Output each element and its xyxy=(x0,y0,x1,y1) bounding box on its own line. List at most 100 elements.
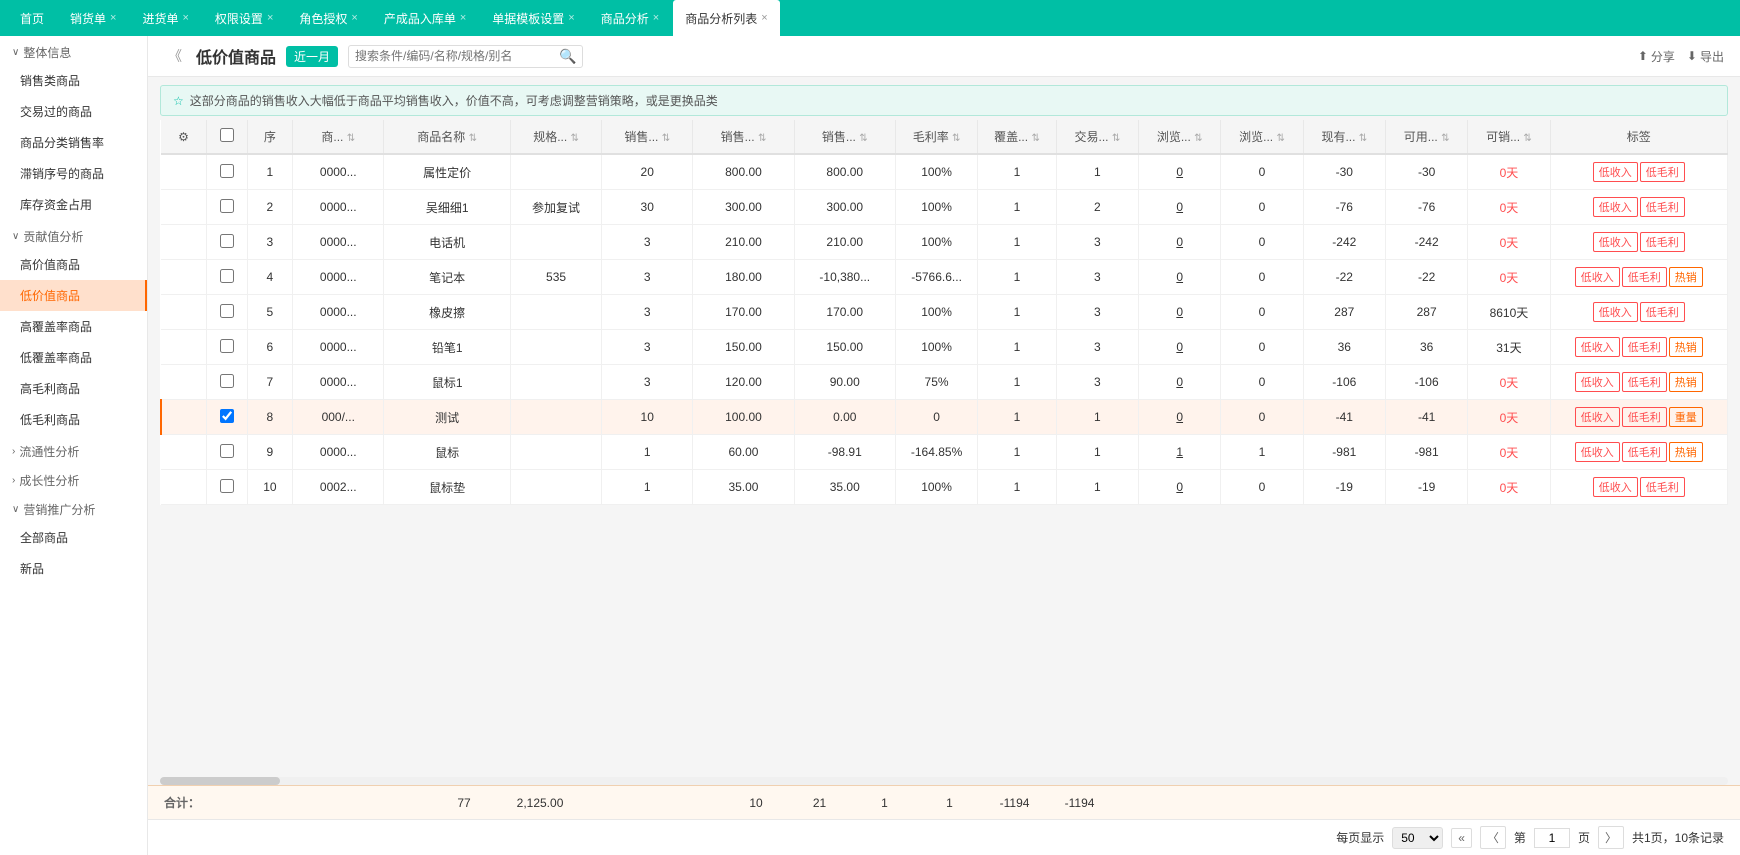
nav-sales[interactable]: 销货单 × xyxy=(58,0,128,36)
cell-browse1[interactable]: 1 xyxy=(1139,435,1221,470)
row-checkbox[interactable] xyxy=(220,269,234,283)
browse-link[interactable]: 0 xyxy=(1176,200,1183,214)
col-trade-count[interactable]: 交易... ⇅ xyxy=(1056,120,1138,154)
cell-check[interactable] xyxy=(207,435,248,470)
col-checkbox[interactable] xyxy=(207,120,248,154)
col-gross-rate[interactable]: 毛利率 ⇅ xyxy=(895,120,977,154)
sidebar-item-sales-products[interactable]: 销售类商品 xyxy=(0,65,147,96)
sidebar-item-all-products[interactable]: 全部商品 xyxy=(0,522,147,553)
browse-link[interactable]: 0 xyxy=(1176,480,1183,494)
sidebar-item-slow-products[interactable]: 滞销序号的商品 xyxy=(0,158,147,189)
row-checkbox[interactable] xyxy=(220,199,234,213)
cell-check[interactable] xyxy=(207,400,248,435)
cell-browse1[interactable]: 0 xyxy=(1139,190,1221,225)
select-all-checkbox[interactable] xyxy=(220,128,234,142)
nav-purchase[interactable]: 进货单 × xyxy=(130,0,200,36)
browse-link[interactable]: 1 xyxy=(1176,445,1183,459)
share-button[interactable]: ⬆ 分享 xyxy=(1638,48,1675,65)
col-coverage[interactable]: 覆盖... ⇅ xyxy=(978,120,1057,154)
col-stock[interactable]: 现有... ⇅ xyxy=(1303,120,1385,154)
col-browse1[interactable]: 浏览... ⇅ xyxy=(1139,120,1221,154)
nav-product-analysis[interactable]: 商品分析 × xyxy=(589,0,671,36)
cell-browse1[interactable]: 0 xyxy=(1139,365,1221,400)
close-icon[interactable]: × xyxy=(110,12,116,24)
col-name[interactable]: 商品名称 ⇅ xyxy=(384,120,511,154)
col-browse2[interactable]: 浏览... ⇅ xyxy=(1221,120,1303,154)
browse-link[interactable]: 0 xyxy=(1176,375,1183,389)
row-checkbox[interactable] xyxy=(220,164,234,178)
col-sale-amount[interactable]: 销售... ⇅ xyxy=(693,120,794,154)
sidebar-item-inventory-capital[interactable]: 库存资金占用 xyxy=(0,189,147,220)
nav-template[interactable]: 单据模板设置 × xyxy=(480,0,586,36)
browse-link[interactable]: 0 xyxy=(1176,165,1183,179)
first-page-button[interactable]: « xyxy=(1451,828,1472,848)
col-salable[interactable]: 可销... ⇅ xyxy=(1468,120,1550,154)
close-icon[interactable]: × xyxy=(460,12,466,24)
cell-browse1[interactable]: 0 xyxy=(1139,225,1221,260)
close-icon[interactable]: × xyxy=(568,12,574,24)
nav-permission[interactable]: 权限设置 × xyxy=(203,0,285,36)
close-icon[interactable]: × xyxy=(761,12,767,24)
col-spec[interactable]: 规格... ⇅ xyxy=(510,120,601,154)
cell-check[interactable] xyxy=(207,260,248,295)
sidebar-group-contribution[interactable]: ∨ 贡献值分析 xyxy=(0,220,147,249)
cell-browse1[interactable]: 0 xyxy=(1139,295,1221,330)
row-checkbox[interactable] xyxy=(220,409,234,423)
sidebar-group-growth[interactable]: › 成长性分析 xyxy=(0,464,147,493)
row-checkbox[interactable] xyxy=(220,234,234,248)
sidebar-item-high-margin[interactable]: 高毛利商品 xyxy=(0,373,147,404)
col-sale-qty[interactable]: 销售... ⇅ xyxy=(602,120,693,154)
col-sale-profit[interactable]: 销售... ⇅ xyxy=(794,120,895,154)
page-number-input[interactable] xyxy=(1534,828,1570,848)
cell-check[interactable] xyxy=(207,225,248,260)
sidebar-collapse-button[interactable]: 《 xyxy=(164,46,186,66)
browse-link[interactable]: 0 xyxy=(1176,235,1183,249)
cell-check[interactable] xyxy=(207,365,248,400)
export-button[interactable]: ⬇ 导出 xyxy=(1687,48,1724,65)
horizontal-scrollbar[interactable] xyxy=(160,777,1728,785)
cell-check[interactable] xyxy=(207,295,248,330)
close-icon[interactable]: × xyxy=(351,12,357,24)
sidebar-item-category-sales-rate[interactable]: 商品分类销售率 xyxy=(0,127,147,158)
close-icon[interactable]: × xyxy=(182,12,188,24)
browse-link[interactable]: 0 xyxy=(1176,270,1183,284)
sidebar-item-high-value[interactable]: 高价值商品 xyxy=(0,249,147,280)
cell-browse1[interactable]: 0 xyxy=(1139,154,1221,190)
browse-link[interactable]: 0 xyxy=(1176,340,1183,354)
close-icon[interactable]: × xyxy=(267,12,273,24)
cell-browse1[interactable]: 0 xyxy=(1139,260,1221,295)
cell-check[interactable] xyxy=(207,190,248,225)
cell-check[interactable] xyxy=(207,154,248,190)
cell-browse1[interactable]: 0 xyxy=(1139,400,1221,435)
close-icon[interactable]: × xyxy=(653,12,659,24)
sidebar-item-new-products[interactable]: 新品 xyxy=(0,553,147,584)
col-code[interactable]: 商... ⇅ xyxy=(293,120,384,154)
sidebar-item-low-value[interactable]: 低价值商品 xyxy=(0,280,147,311)
nav-role[interactable]: 角色授权 × xyxy=(287,0,369,36)
browse-link[interactable]: 0 xyxy=(1176,410,1183,424)
page-size-select[interactable]: 50 100 200 xyxy=(1392,827,1443,849)
row-checkbox[interactable] xyxy=(220,339,234,353)
search-input[interactable] xyxy=(355,49,555,63)
row-checkbox[interactable] xyxy=(220,479,234,493)
sidebar-item-low-margin[interactable]: 低毛利商品 xyxy=(0,404,147,435)
cell-browse1[interactable]: 0 xyxy=(1139,330,1221,365)
sidebar-item-low-coverage[interactable]: 低覆盖率商品 xyxy=(0,342,147,373)
cell-check[interactable] xyxy=(207,330,248,365)
cell-check[interactable] xyxy=(207,470,248,505)
col-avail[interactable]: 可用... ⇅ xyxy=(1385,120,1467,154)
col-settings[interactable]: ⚙ xyxy=(161,120,207,154)
scroll-thumb[interactable] xyxy=(160,777,280,785)
nav-product-analysis-list[interactable]: 商品分析列表 × xyxy=(673,0,779,36)
sidebar-group-overall[interactable]: ∨ 整体信息 xyxy=(0,36,147,65)
search-icon[interactable]: 🔍 xyxy=(559,48,576,65)
nav-warehouse[interactable]: 产成品入库单 × xyxy=(372,0,478,36)
row-checkbox[interactable] xyxy=(220,374,234,388)
date-filter-badge[interactable]: 近一月 xyxy=(286,46,338,67)
row-checkbox[interactable] xyxy=(220,304,234,318)
sidebar-group-liquidity[interactable]: › 流通性分析 xyxy=(0,435,147,464)
next-page-button[interactable]: 〉 xyxy=(1598,826,1624,849)
sidebar-item-high-coverage[interactable]: 高覆盖率商品 xyxy=(0,311,147,342)
row-checkbox[interactable] xyxy=(220,444,234,458)
sidebar-group-marketing[interactable]: ∨ 营销推广分析 xyxy=(0,493,147,522)
